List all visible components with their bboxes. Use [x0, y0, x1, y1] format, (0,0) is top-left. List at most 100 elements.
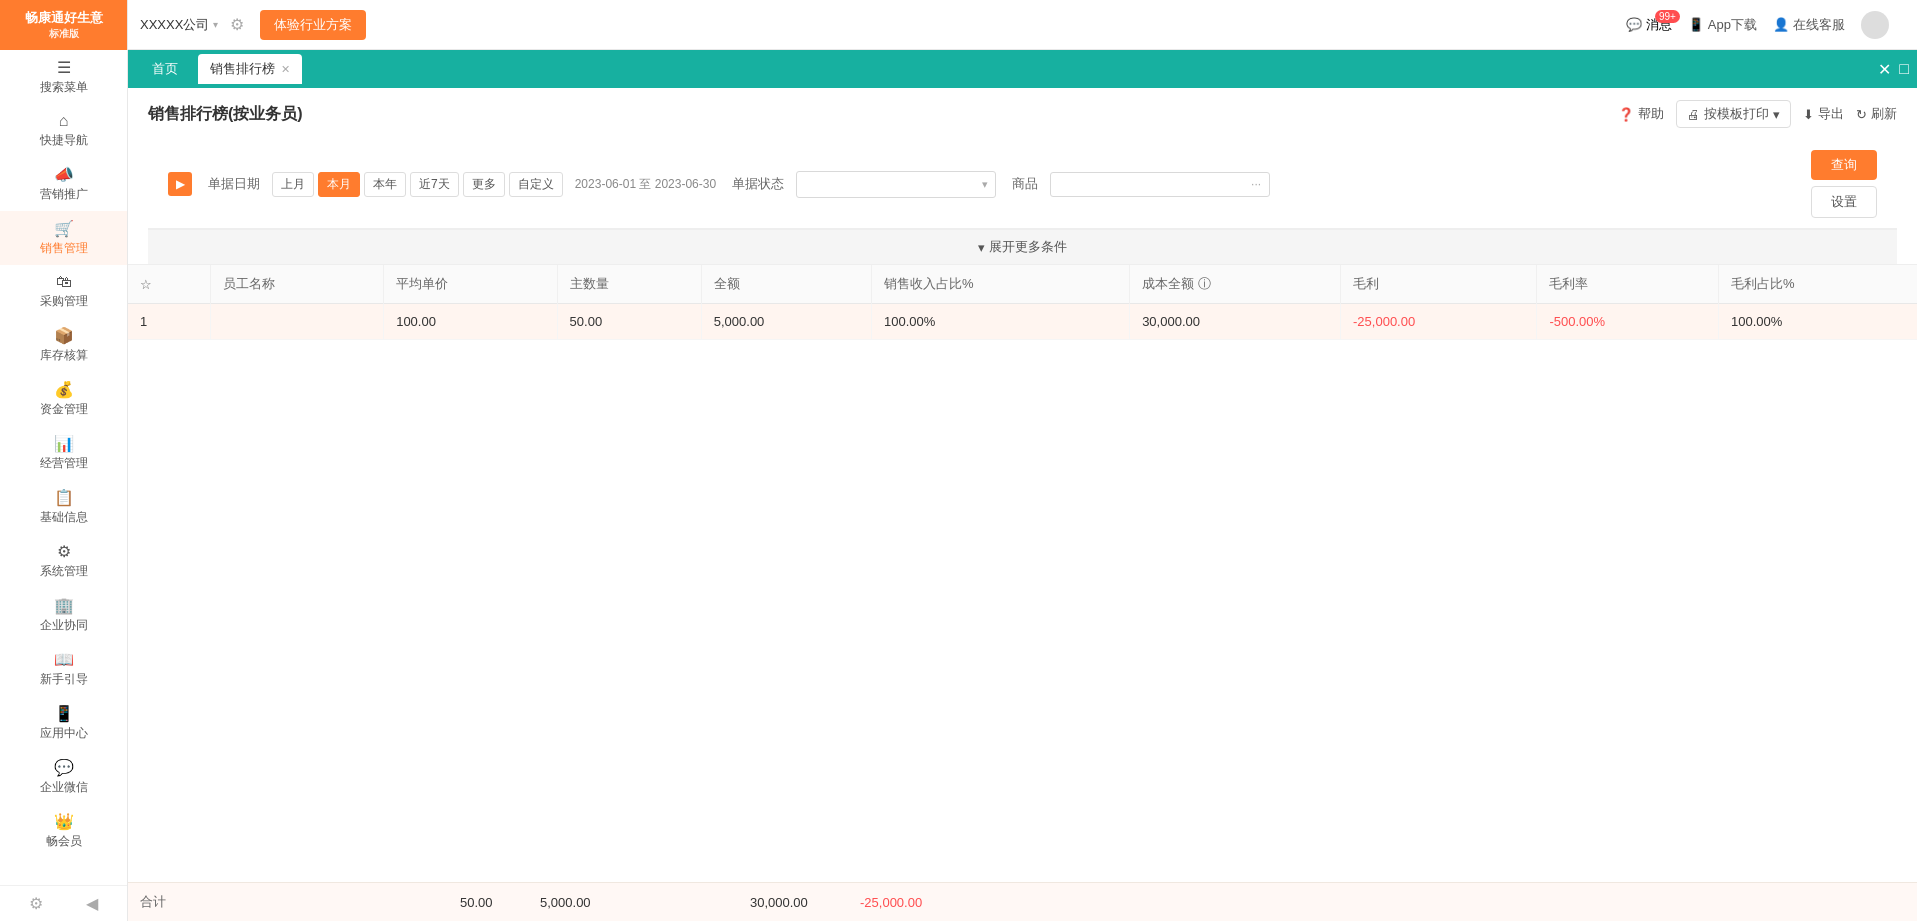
- message-button[interactable]: 💬 消息 99+: [1626, 16, 1672, 34]
- cell-qty: 50.00: [557, 304, 701, 340]
- sidebar-item-wechat[interactable]: 💬 企业微信: [0, 750, 127, 804]
- status-select-wrap: [796, 171, 996, 198]
- cell-rank: 1: [128, 304, 210, 340]
- member-icon: 👑: [54, 812, 74, 831]
- trial-button[interactable]: 体验行业方案: [260, 10, 366, 40]
- status-select[interactable]: [796, 171, 996, 198]
- page-title-row: 销售排行榜(按业务员) ❓ 帮助 🖨 按模板打印 ▾ ⬇ 导出: [148, 100, 1897, 128]
- sidebar-item-inventory[interactable]: 📦 库存核算: [0, 318, 127, 372]
- date-btn-this-month[interactable]: 本月: [318, 172, 360, 197]
- goods-input[interactable]: [1059, 177, 1247, 192]
- marketing-icon: 📣: [54, 165, 74, 184]
- sidebar-label-marketing: 营销推广: [40, 186, 88, 203]
- avatar[interactable]: [1861, 11, 1889, 39]
- query-button[interactable]: 查询: [1811, 150, 1877, 180]
- company-selector[interactable]: XXXXX公司 ▾: [140, 16, 218, 34]
- enterprise-icon: 🏢: [54, 596, 74, 615]
- sidebar-item-quick[interactable]: ⌂ 快捷导航: [0, 104, 127, 157]
- goods-filter: 商品 ···: [1012, 172, 1270, 197]
- cell-cost: 30,000.00: [1130, 304, 1341, 340]
- sidebar-label-quick: 快捷导航: [40, 132, 88, 149]
- date-buttons: 上月 本月 本年 近7天 更多 自定义: [272, 172, 563, 197]
- sidebar-label-sales: 销售管理: [40, 240, 88, 257]
- col-gross: 毛利: [1341, 265, 1537, 304]
- message-icon: 💬: [1626, 17, 1642, 32]
- refresh-label: 刷新: [1871, 105, 1897, 123]
- cell-gross-pct: 100.00%: [1719, 304, 1917, 340]
- sidebar-item-marketing[interactable]: 📣 营销推广: [0, 157, 127, 211]
- logo-main: 畅康通好生意: [25, 9, 103, 27]
- sidebar-item-system[interactable]: ⚙ 系统管理: [0, 534, 127, 588]
- search-menu-icon: ☰: [57, 58, 71, 77]
- tab-label: 销售排行榜: [210, 60, 275, 78]
- col-name: 员工名称: [210, 265, 383, 304]
- service-icon: 👤: [1773, 17, 1789, 32]
- collapse-icon[interactable]: ◀: [86, 894, 98, 913]
- print-arrow-icon: ▾: [1773, 107, 1780, 122]
- topbar: XXXXX公司 ▾ ⚙ 体验行业方案 💬 消息 99+ 📱 App下载 👤 在线…: [128, 0, 1917, 50]
- export-button[interactable]: ⬇ 导出: [1803, 105, 1844, 123]
- sidebar-label-wechat: 企业微信: [40, 779, 88, 796]
- sidebar-item-purchase[interactable]: 🛍 采购管理: [0, 265, 127, 318]
- col-amount: 全额: [701, 265, 871, 304]
- tab-sales-ranking[interactable]: 销售排行榜 ✕: [198, 54, 302, 84]
- logo-sub: 标准版: [49, 27, 79, 41]
- footer-amount-val: 5,000.00: [540, 895, 640, 910]
- print-button[interactable]: 🖨 按模板打印 ▾: [1676, 100, 1791, 128]
- date-btn-this-year[interactable]: 本年: [364, 172, 406, 197]
- sidebar-item-finance[interactable]: 💰 资金管理: [0, 372, 127, 426]
- table-header-row: ☆ 员工名称 平均单价 主数量 全额 销售收入占比% 成本全额 ⓘ 毛利 毛利率…: [128, 265, 1917, 304]
- settings-button[interactable]: 设置: [1811, 186, 1877, 218]
- ranking-table: ☆ 员工名称 平均单价 主数量 全额 销售收入占比% 成本全额 ⓘ 毛利 毛利率…: [128, 265, 1917, 340]
- online-service-button[interactable]: 👤 在线客服: [1773, 16, 1845, 34]
- sidebar-item-operation[interactable]: 📊 经营管理: [0, 426, 127, 480]
- sidebar-item-apps[interactable]: 📱 应用中心: [0, 696, 127, 750]
- date-btn-last-month[interactable]: 上月: [272, 172, 314, 197]
- date-btn-7days[interactable]: 近7天: [410, 172, 459, 197]
- tab-close-icon[interactable]: ✕: [281, 63, 290, 76]
- sidebar-item-sales[interactable]: 🛒 销售管理: [0, 211, 127, 265]
- sidebar-item-guide[interactable]: 📖 新手引导: [0, 642, 127, 696]
- content-area: 销售排行榜(按业务员) ❓ 帮助 🖨 按模板打印 ▾ ⬇ 导出: [128, 88, 1917, 921]
- expand-icon: ▾: [978, 240, 985, 255]
- sidebar-item-basic[interactable]: 📋 基础信息: [0, 480, 127, 534]
- tabbar: 首页 销售排行榜 ✕ ✕ □: [128, 50, 1917, 88]
- sidebar: 畅康通好生意 标准版 ☰ 搜索菜单 ⌂ 快捷导航 📣 营销推广 🛒 销售管理 🛍…: [0, 0, 128, 921]
- cell-gross-rate: -500.00%: [1537, 304, 1719, 340]
- app-download-button[interactable]: 📱 App下载: [1688, 16, 1757, 34]
- print-icon: 🖨: [1687, 107, 1700, 122]
- operation-icon: 📊: [54, 434, 74, 453]
- home-icon: ⌂: [59, 112, 69, 130]
- system-icon: ⚙: [57, 542, 71, 561]
- refresh-button[interactable]: ↻ 刷新: [1856, 105, 1897, 123]
- service-label: 在线客服: [1793, 16, 1845, 34]
- col-rank: ☆: [128, 265, 210, 304]
- date-btn-custom[interactable]: 自定义: [509, 172, 563, 197]
- goods-more-icon[interactable]: ···: [1251, 177, 1261, 191]
- sidebar-item-search[interactable]: ☰ 搜索菜单: [0, 50, 127, 104]
- expand-more-button[interactable]: ▾ 展开更多条件: [978, 238, 1067, 256]
- sidebar-label-operation: 经营管理: [40, 455, 88, 472]
- status-filter-label: 单据状态: [732, 175, 784, 193]
- col-gross-pct: 毛利占比%: [1719, 265, 1917, 304]
- window-close-icon[interactable]: ✕: [1878, 60, 1891, 79]
- help-button[interactable]: ❓ 帮助: [1618, 105, 1664, 123]
- expand-label: 展开更多条件: [989, 238, 1067, 256]
- goods-filter-label: 商品: [1012, 175, 1038, 193]
- sidebar-item-member[interactable]: 👑 畅会员: [0, 804, 127, 858]
- window-max-icon[interactable]: □: [1899, 60, 1909, 79]
- sidebar-label-inventory: 库存核算: [40, 347, 88, 364]
- footer-cost-val: 30,000.00: [750, 895, 860, 910]
- settings-gear-icon[interactable]: ⚙: [230, 15, 244, 34]
- goods-input-wrap: ···: [1050, 172, 1270, 197]
- filter-toggle-button[interactable]: ▶: [168, 172, 192, 196]
- settings-icon[interactable]: ⚙: [29, 894, 43, 913]
- guide-icon: 📖: [54, 650, 74, 669]
- tab-home[interactable]: 首页: [136, 52, 194, 86]
- sidebar-item-enterprise[interactable]: 🏢 企业协同: [0, 588, 127, 642]
- sidebar-label-system: 系统管理: [40, 563, 88, 580]
- sidebar-label-basic: 基础信息: [40, 509, 88, 526]
- company-arrow-icon: ▾: [213, 19, 218, 30]
- date-btn-more[interactable]: 更多: [463, 172, 505, 197]
- help-icon: ❓: [1618, 107, 1634, 122]
